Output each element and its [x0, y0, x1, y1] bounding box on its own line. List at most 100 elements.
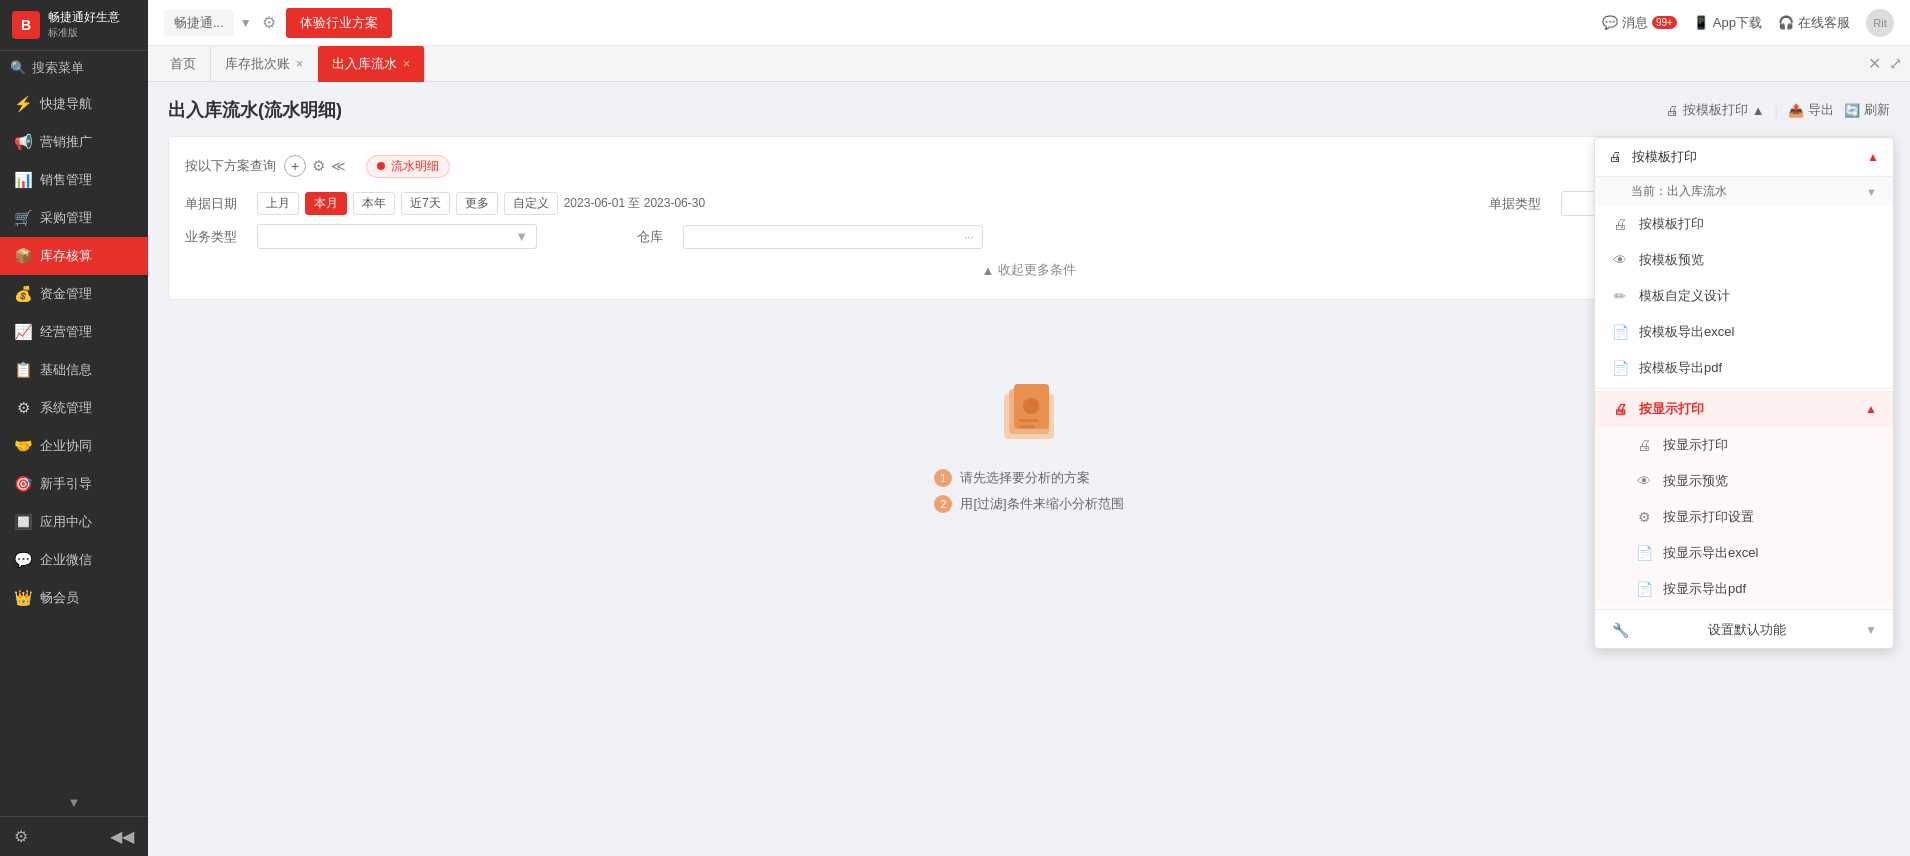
sidebar-search[interactable]: 🔍 搜索菜单 — [0, 51, 148, 85]
dropdown-item-display-settings[interactable]: ⚙ 按显示打印设置 — [1595, 499, 1893, 535]
user-avatar-button[interactable]: Rit — [1866, 9, 1894, 37]
date-btn-this-year[interactable]: 本年 — [353, 192, 395, 215]
search-icon: 🔍 — [10, 60, 26, 75]
date-btn-custom[interactable]: 自定义 — [504, 192, 558, 215]
export-label: 导出 — [1808, 101, 1834, 119]
sidebar-item-finance[interactable]: 💰 资金管理 — [0, 275, 148, 313]
tab-flow[interactable]: 出入库流水 × — [318, 46, 425, 82]
sidebar-item-marketing[interactable]: 📢 营销推广 — [0, 123, 148, 161]
tabbar-expand-button[interactable]: ⤢ — [1889, 54, 1902, 73]
app-name: 畅捷通好生意 — [48, 10, 120, 26]
sidebar-item-member[interactable]: 👑 畅会员 — [0, 579, 148, 617]
sidebar-nav: ⚡ 快捷导航 📢 营销推广 📊 销售管理 🛒 采购管理 📦 库存核算 💰 资金管… — [0, 85, 148, 789]
display-print-header-label: 按显示打印 — [1639, 400, 1704, 418]
sidebar-item-inventory[interactable]: 📦 库存核算 — [0, 237, 148, 275]
app-info: 畅捷通好生意 标准版 — [48, 10, 120, 40]
message-button[interactable]: 💬 消息 99+ — [1602, 14, 1677, 32]
date-btn-last-month[interactable]: 上月 — [257, 192, 299, 215]
basic-icon: 📋 — [14, 361, 32, 379]
template-print-label: 按模板打印 — [1639, 215, 1704, 233]
date-btn-this-month[interactable]: 本月 — [305, 192, 347, 215]
sidebar-item-system[interactable]: ⚙ 系统管理 — [0, 389, 148, 427]
dropdown-item-display-print[interactable]: 🖨 按显示打印 — [1595, 427, 1893, 463]
topbar-settings-icon[interactable]: ⚙ — [262, 13, 276, 32]
sidebar-bottom: ⚙ ◀◀ — [0, 816, 148, 856]
sidebar-item-operation[interactable]: 📈 经营管理 — [0, 313, 148, 351]
customer-service-label: 在线客服 — [1798, 14, 1850, 32]
tab-batch-close[interactable]: × — [296, 57, 303, 71]
sidebar-item-cooperation[interactable]: 🤝 企业协同 — [0, 427, 148, 465]
dropdown-item-display-pdf[interactable]: 📄 按显示导出pdf — [1595, 571, 1893, 607]
add-filter-button[interactable]: + — [284, 155, 306, 177]
step-2-text: 用[过滤]条件来缩小分析范围 — [960, 495, 1123, 513]
warehouse-more-button[interactable]: ··· — [964, 230, 974, 244]
sidebar-item-apps[interactable]: 🔲 应用中心 — [0, 503, 148, 541]
dropdown-item-template-preview[interactable]: 👁 按模板预览 — [1595, 242, 1893, 278]
display-print-icon: 🖨 — [1635, 436, 1653, 454]
collapse-sidebar-icon[interactable]: ◀◀ — [110, 827, 134, 846]
tab-batch[interactable]: 库存批次账 × — [211, 46, 318, 82]
display-preview-label: 按显示预览 — [1663, 472, 1728, 490]
sidebar-item-purchase[interactable]: 🛒 采购管理 — [0, 199, 148, 237]
dropdown-item-template-print[interactable]: 🖨 按模板打印 — [1595, 206, 1893, 242]
tabbar-close-button[interactable]: ✕ — [1868, 54, 1881, 73]
tabbar-actions: ✕ ⤢ — [1868, 54, 1902, 73]
tabbar: 首页 库存批次账 × 出入库流水 × ✕ ⤢ — [148, 46, 1910, 82]
divider-2 — [1595, 609, 1893, 610]
active-filter-tag[interactable]: 流水明细 — [366, 155, 450, 178]
filter-collapse-icon[interactable]: ≪ — [331, 158, 346, 174]
warehouse-select[interactable]: ··· — [683, 225, 983, 249]
dropdown-item-template-pdf[interactable]: 📄 按模板导出pdf — [1595, 350, 1893, 386]
date-btn-more[interactable]: 更多 — [456, 192, 498, 215]
active-filter-label: 流水明细 — [391, 158, 439, 175]
sidebar-item-basic[interactable]: 📋 基础信息 — [0, 351, 148, 389]
biz-type-arrow: ▼ — [515, 229, 528, 244]
sidebar-item-guide[interactable]: 🎯 新手引导 — [0, 465, 148, 503]
dropdown-item-set-default[interactable]: 🔧 设置默认功能 ▼ — [1595, 612, 1893, 648]
member-icon: 👑 — [14, 589, 32, 607]
topbar-left: 畅捷通... ▼ ⚙ 体验行业方案 — [164, 8, 392, 38]
date-btn-7days[interactable]: 近7天 — [401, 192, 450, 215]
guide-icon: 🎯 — [14, 475, 32, 493]
print-dropdown-header: 🖨 按模板打印 ▲ — [1595, 138, 1893, 177]
filter-settings-icon[interactable]: ⚙ — [312, 157, 325, 175]
sidebar-item-sales[interactable]: 📊 销售管理 — [0, 161, 148, 199]
sidebar-item-label: 销售管理 — [40, 171, 92, 189]
dropdown-item-display-preview[interactable]: 👁 按显示预览 — [1595, 463, 1893, 499]
topbar-user[interactable]: 畅捷通... ▼ — [164, 10, 252, 36]
filter-label: 按以下方案查询 — [185, 157, 276, 175]
sidebar-item-shortcut[interactable]: ⚡ 快捷导航 — [0, 85, 148, 123]
export-button[interactable]: 📤 导出 — [1788, 101, 1834, 119]
filter-actions: + ⚙ ≪ — [284, 155, 346, 177]
customer-service-button[interactable]: 🎧 在线客服 — [1778, 14, 1850, 32]
topbar-right: 💬 消息 99+ 📱 App下载 🎧 在线客服 Rit — [1602, 9, 1894, 37]
set-default-icon: 🔧 — [1611, 621, 1629, 639]
app-download-button[interactable]: 📱 App下载 — [1693, 14, 1762, 32]
sidebar-item-label: 库存核算 — [40, 247, 92, 265]
cooperation-icon: 🤝 — [14, 437, 32, 455]
template-custom-label: 模板自定义设计 — [1639, 287, 1730, 305]
print-dropdown-close-arrow[interactable]: ▲ — [1867, 150, 1879, 164]
svg-point-3 — [1023, 398, 1039, 414]
tab-home[interactable]: 首页 — [156, 46, 211, 82]
display-preview-icon: 👁 — [1635, 472, 1653, 490]
settings-bottom-icon[interactable]: ⚙ — [14, 827, 28, 846]
sidebar-item-wechat[interactable]: 💬 企业微信 — [0, 541, 148, 579]
dropdown-display-print-header[interactable]: 🖨 按显示打印 ▲ — [1595, 391, 1893, 427]
print-template-button[interactable]: 🖨 按模板打印 ▲ — [1666, 101, 1765, 119]
trial-button[interactable]: 体验行业方案 — [286, 8, 392, 38]
biz-type-select[interactable]: ▼ — [257, 224, 537, 249]
dropdown-item-template-excel[interactable]: 📄 按模板导出excel — [1595, 314, 1893, 350]
sidebar-scroll-down[interactable]: ▼ — [0, 789, 148, 816]
dropdown-item-template-custom[interactable]: ✏ 模板自定义设计 — [1595, 278, 1893, 314]
dropdown-item-display-excel[interactable]: 📄 按显示导出excel — [1595, 535, 1893, 571]
app-download-label: App下载 — [1713, 14, 1762, 32]
date-filter-group: 上月 本月 本年 近7天 更多 自定义 2023-06-01 至 2023-06… — [257, 192, 705, 215]
step-1-text: 请先选择要分析的方案 — [960, 469, 1090, 487]
wechat-icon: 💬 — [14, 551, 32, 569]
tab-flow-close[interactable]: × — [403, 57, 410, 71]
biz-type-label: 业务类型 — [185, 228, 237, 246]
set-default-label: 设置默认功能 — [1708, 621, 1786, 639]
shortcut-icon: ⚡ — [14, 95, 32, 113]
refresh-button[interactable]: 🔄 刷新 — [1844, 101, 1890, 119]
